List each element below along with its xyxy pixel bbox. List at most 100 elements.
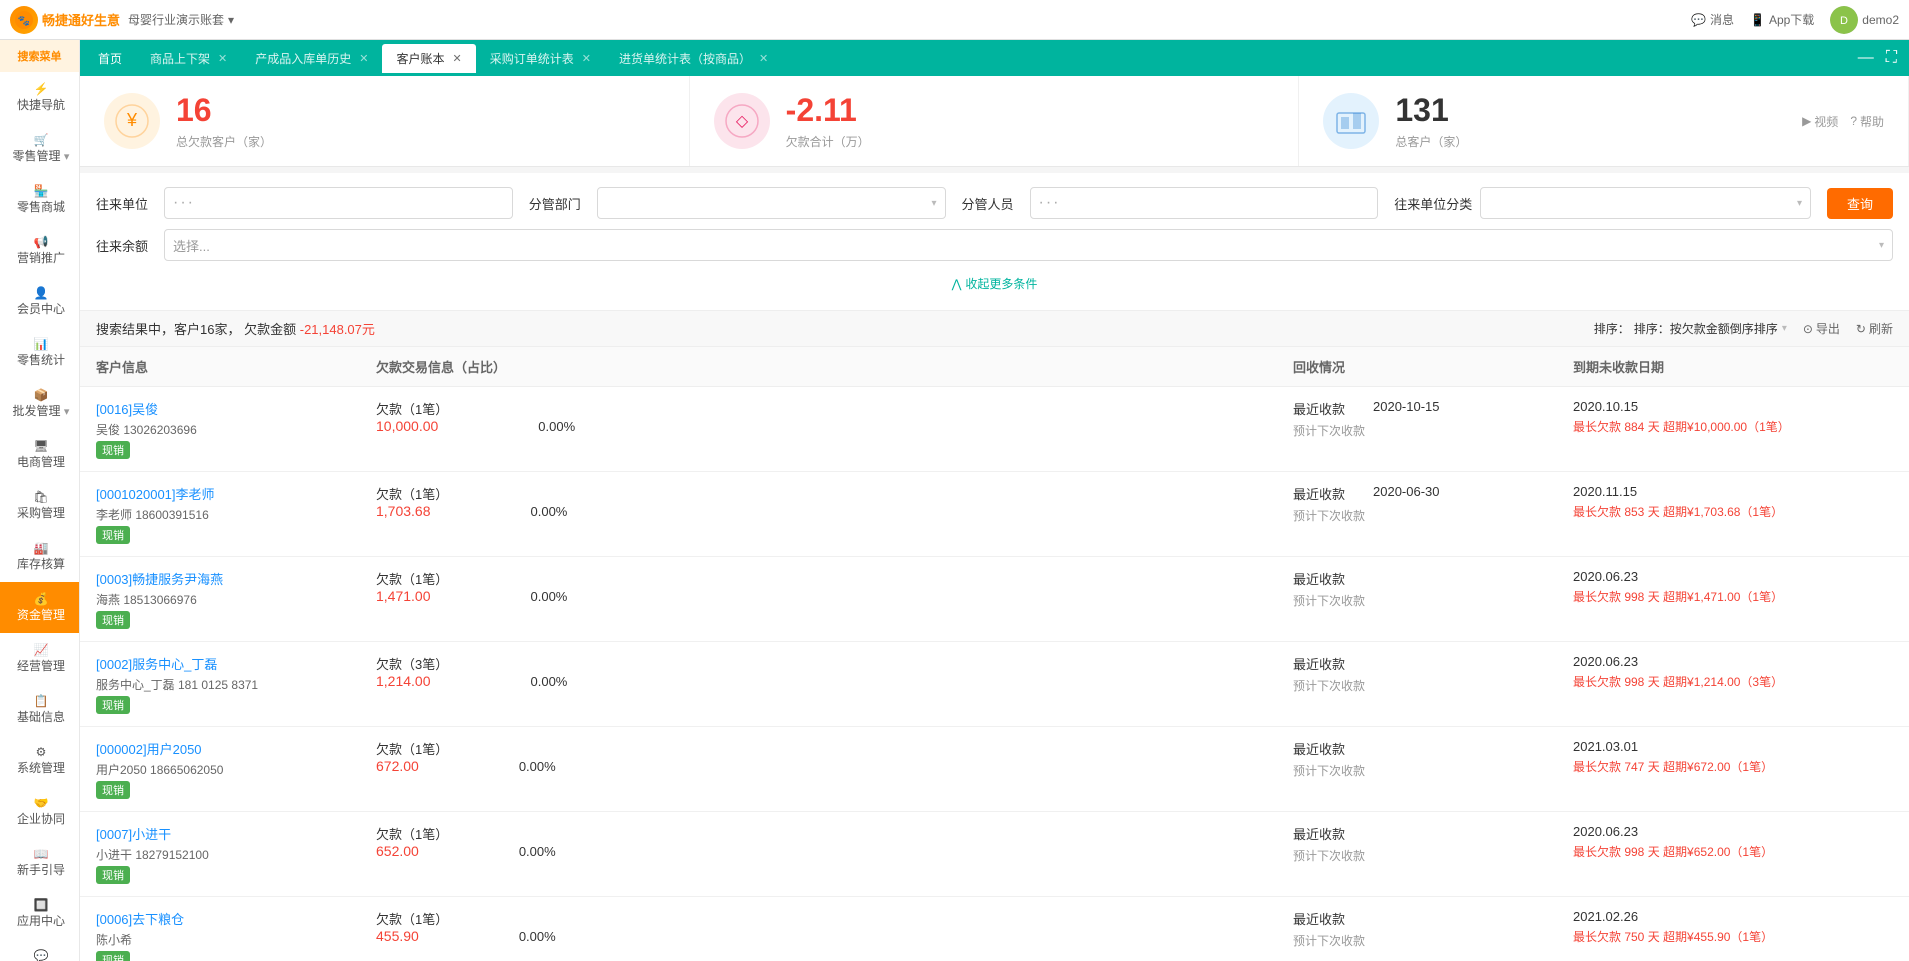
view-btn[interactable]: ▶ 视频 [1802, 113, 1838, 130]
debt-amount-5[interactable]: 652.00 [376, 843, 419, 859]
customer-name-6[interactable]: [0006]去下粮仓 [96, 909, 376, 928]
customer-phone-6: 陈小希 [96, 931, 376, 948]
debt-amount-2[interactable]: 1,471.00 [376, 588, 431, 604]
sidebar-search[interactable]: 搜索菜单 [0, 40, 79, 72]
overdue-info-2[interactable]: 最长欠款 998 天 超期¥1,471.00（1笔） [1573, 588, 1893, 605]
table-row: [0016]吴俊 吴俊 13026203696 现销 欠款（1笔） 10,000… [80, 387, 1909, 472]
sidebar-item-purchase[interactable]: 🛍 采购管理 [0, 480, 79, 531]
dept-select[interactable]: ▾ [597, 187, 946, 219]
filter-row-2: 往来余额 选择... ▾ [96, 229, 1893, 261]
sidebar-item-retail-mall[interactable]: 🏪 零售商城 [0, 174, 79, 225]
debt-amount-label: 欠款合计（万） [786, 133, 870, 150]
table-row: [000002]用户2050 用户2050 18665062050 现销 欠款（… [80, 727, 1909, 812]
overdue-info-5[interactable]: 最长欠款 998 天 超期¥652.00（1笔） [1573, 843, 1893, 860]
overdue-info-4[interactable]: 最长欠款 747 天 超期¥672.00（1笔） [1573, 758, 1893, 775]
search-button[interactable]: 查询 [1827, 188, 1893, 219]
export-button[interactable]: ⊙ 导出 [1803, 320, 1840, 337]
collapse-filters[interactable]: ⋀ 收起更多条件 [96, 271, 1893, 296]
debt-amount-1[interactable]: 1,703.68 [376, 503, 431, 519]
unit-class-arrow-icon: ▾ [1797, 198, 1802, 209]
sort-select[interactable]: 排序： 排序：按欠款金额倒序排序 ▾ [1594, 320, 1787, 337]
debt-amount-3[interactable]: 1,214.00 [376, 673, 431, 689]
debt-amount-4[interactable]: 672.00 [376, 758, 419, 774]
debt-amount-0[interactable]: 10,000.00 [376, 418, 438, 434]
balance-select[interactable]: 选择... ▾ [164, 229, 1893, 261]
table-header: 客户信息 欠款交易信息（占比） 回收情况 到期未收款日期 [80, 347, 1909, 387]
customer-info-3: [0002]服务中心_丁磊 服务中心_丁磊 181 0125 8371 现销 [96, 654, 376, 714]
help-btn[interactable]: ? 帮助 [1850, 113, 1884, 130]
sidebar-item-operations[interactable]: 📈 经营管理 [0, 633, 79, 684]
total-customers-label: 总客户（家） [1395, 133, 1467, 150]
customer-name-2[interactable]: [0003]畅捷服务尹海燕 [96, 569, 376, 588]
customer-phone-1: 李老师 18600391516 [96, 506, 376, 523]
message-action[interactable]: 💬 消息 [1691, 11, 1734, 28]
sidebar-item-enterprise-wx[interactable]: 💬 企业微信 [0, 939, 79, 961]
tab-bar-actions: — ⛶ [1854, 47, 1905, 69]
sidebar-item-finance[interactable]: 💰 资金管理 [0, 582, 79, 633]
tab-customer-account[interactable]: 客户账本 ✕ [382, 44, 475, 73]
customer-name-5[interactable]: [0007]小进干 [96, 824, 376, 843]
customer-tag-6: 现销 [96, 951, 130, 961]
debt-amount-6[interactable]: 455.90 [376, 928, 419, 944]
tab-minimize-btn[interactable]: — [1854, 47, 1878, 69]
header-customer: 客户信息 [96, 357, 376, 376]
sidebar-item-system[interactable]: ⚙ 系统管理 [0, 735, 79, 786]
overdue-info-6[interactable]: 最长欠款 750 天 超期¥455.90（1笔） [1573, 928, 1893, 945]
stat-icon-debt-customers: ¥ [104, 93, 160, 149]
from-unit-input[interactable]: ··· [164, 187, 513, 219]
debt-info-3: 欠款（3笔） 1,214.00 0.00% [376, 654, 1293, 689]
customer-name-3[interactable]: [0002]服务中心_丁磊 [96, 654, 376, 673]
customer-name-4[interactable]: [000002]用户2050 [96, 739, 376, 758]
sidebar-item-retail-mgmt[interactable]: 🛒 零售管理 ▾ [0, 123, 79, 174]
svg-text:◇: ◇ [736, 113, 749, 130]
tab-close-purchase-stats[interactable]: ✕ [582, 52, 591, 65]
tab-close-purchase-product-stats[interactable]: ✕ [759, 52, 768, 65]
stat-icon-total-customers [1323, 93, 1379, 149]
unit-class-select[interactable]: ▾ [1480, 187, 1811, 219]
app-download-action[interactable]: 📱 App下载 [1750, 11, 1814, 28]
sidebar-item-ecommerce[interactable]: 🖥 电商管理 [0, 429, 79, 480]
sidebar-item-app-center[interactable]: 🔲 应用中心 [0, 888, 79, 939]
sidebar-item-retail-stats[interactable]: 📊 零售统计 [0, 327, 79, 378]
stat-icon-debt-amount: ◇ [714, 93, 770, 149]
overdue-info-0[interactable]: 最长欠款 884 天 超期¥10,000.00（1笔） [1573, 418, 1893, 435]
sidebar-item-guide[interactable]: 📖 新手引导 [0, 837, 79, 888]
tab-product-history[interactable]: 产成品入库单历史 ✕ [241, 44, 382, 73]
filter-dept: 分管部门 ▾ [529, 187, 946, 219]
customer-name-0[interactable]: [0016]吴俊 [96, 399, 376, 418]
debt-info-5: 欠款（1笔） 652.00 0.00% [376, 824, 1293, 859]
sidebar-item-quick-nav[interactable]: ⚡ 快捷导航 [0, 72, 79, 123]
customer-info-4: [000002]用户2050 用户2050 18665062050 现销 [96, 739, 376, 799]
sidebar-item-member[interactable]: 👤 会员中心 [0, 276, 79, 327]
sidebar-item-basic-info[interactable]: 📋 基础信息 [0, 684, 79, 735]
stat-card-debt-customers: ¥ 16 总欠款客户（家） [80, 76, 690, 166]
debt-info-4: 欠款（1笔） 672.00 0.00% [376, 739, 1293, 774]
org-selector[interactable]: 母婴行业演示账套 ▾ [128, 11, 234, 28]
avatar: D [1830, 6, 1858, 34]
app-layout: 搜索菜单 ⚡ 快捷导航 🛒 零售管理 ▾ 🏪 零售商城 📢 营销推广 👤 会员中… [0, 40, 1909, 961]
tab-close-product-off[interactable]: ✕ [218, 52, 227, 65]
sidebar-item-enterprise[interactable]: 🤝 企业协同 [0, 786, 79, 837]
customer-tag-0: 现销 [96, 441, 130, 459]
tab-home[interactable]: 首页 [84, 44, 136, 73]
customer-tag-4: 现销 [96, 781, 130, 799]
refresh-button[interactable]: ↻ 刷新 [1856, 320, 1893, 337]
sidebar-item-marketing[interactable]: 📢 营销推广 [0, 225, 79, 276]
table-row: [0006]去下粮仓 陈小希 现销 欠款（1笔） 455.90 0.00% 最 [80, 897, 1909, 961]
user-menu[interactable]: D demo2 [1830, 6, 1899, 34]
tab-maximize-btn[interactable]: ⛶ [1882, 47, 1901, 69]
customer-tag-5: 现销 [96, 866, 130, 884]
tab-close-product-history[interactable]: ✕ [359, 52, 368, 65]
tab-close-customer-account[interactable]: ✕ [453, 52, 462, 65]
tab-purchase-product-stats[interactable]: 进货单统计表（按商品） ✕ [605, 44, 782, 73]
tab-purchase-stats[interactable]: 采购订单统计表 ✕ [476, 44, 605, 73]
overdue-info-1[interactable]: 最长欠款 853 天 超期¥1,703.68（1笔） [1573, 503, 1893, 520]
overdue-info-3[interactable]: 最长欠款 998 天 超期¥1,214.00（3笔） [1573, 673, 1893, 690]
sidebar-item-inventory[interactable]: 🏭 库存核算 [0, 531, 79, 582]
logo-icon: 🐾 [10, 6, 38, 34]
tab-product-off[interactable]: 商品上下架 ✕ [136, 44, 241, 73]
customer-name-1[interactable]: [0001020001]李老师 [96, 484, 376, 503]
person-input[interactable]: ··· [1030, 187, 1379, 219]
sidebar-item-batch-mgmt[interactable]: 📦 批发管理 ▾ [0, 378, 79, 429]
customer-tag-3: 现销 [96, 696, 130, 714]
